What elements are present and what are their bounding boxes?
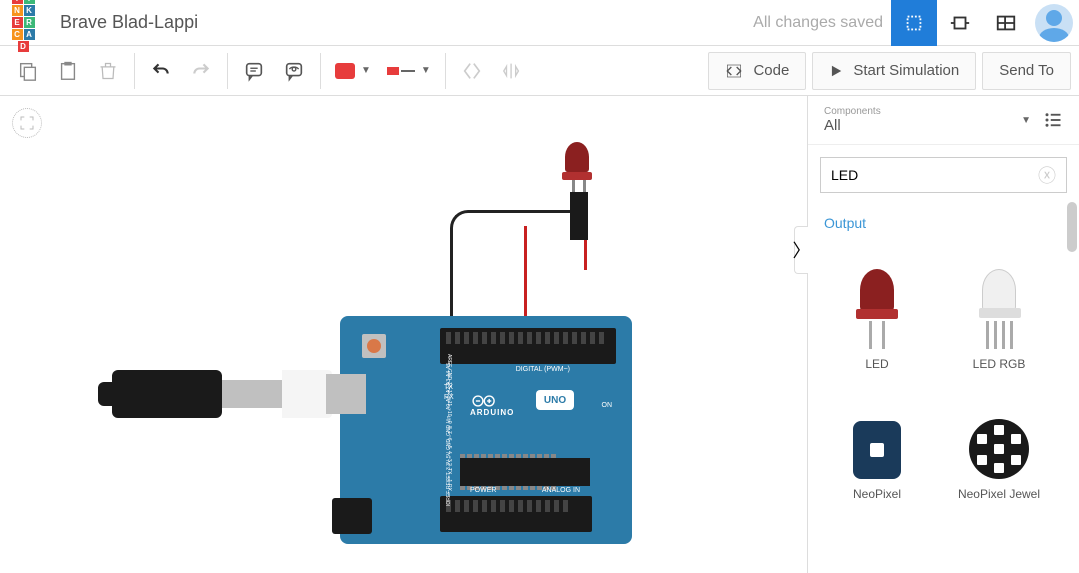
undo-button[interactable]	[141, 51, 181, 91]
copy-icon	[17, 60, 39, 82]
copy-button[interactable]	[8, 51, 48, 91]
component-led-rgb[interactable]: LED RGB	[938, 249, 1060, 379]
arduino-analog-label: ANALOG IN	[542, 487, 580, 494]
component-label: LED	[865, 357, 888, 371]
schematic-view-button[interactable]	[937, 0, 983, 46]
code-label: Code	[753, 62, 789, 79]
main-content: DIGITAL (PWM~) AREFGND1312~11~10~987~6~5…	[0, 96, 1079, 573]
clear-search-button[interactable]: ⓧ	[1038, 162, 1056, 188]
list-icon	[1043, 111, 1063, 129]
simulate-button[interactable]: Start Simulation	[812, 52, 976, 90]
component-neopixel[interactable]: NeoPixel	[816, 379, 938, 509]
circuit-view-button[interactable]	[891, 0, 937, 46]
arduino-chip	[460, 458, 590, 486]
code-icon	[725, 63, 743, 79]
play-icon	[829, 63, 843, 79]
sendto-button[interactable]: Send To	[982, 52, 1071, 90]
redo-icon	[189, 61, 213, 81]
wire-icon	[387, 67, 415, 75]
schematic-icon	[949, 12, 971, 34]
zoom-fit-icon	[19, 115, 35, 131]
circuit-canvas[interactable]: DIGITAL (PWM~) AREFGND1312~11~10~987~6~5…	[0, 96, 807, 573]
led-component[interactable]	[565, 142, 592, 240]
component-grid: LED LED RGB NeoPixel	[808, 241, 1079, 517]
category-output: Output	[808, 205, 1079, 241]
wire-type-button[interactable]: ▼	[379, 65, 439, 76]
arduino-model: UNO	[536, 390, 574, 410]
arduino-brand: ARDUINO	[470, 394, 514, 417]
mirror-button[interactable]	[492, 51, 532, 91]
arduino-digital-label: DIGITAL (PWM~)	[516, 366, 570, 373]
arduino-digital-header	[440, 328, 616, 364]
delete-button[interactable]	[88, 51, 128, 91]
table-icon	[995, 12, 1017, 34]
app-header: T I N K E R C A D Brave Blad-Lappi All c…	[0, 0, 1079, 46]
annotation-button[interactable]	[234, 51, 274, 91]
wire-color-button[interactable]: ▼	[327, 63, 379, 79]
redo-button[interactable]	[181, 51, 221, 91]
save-status: All changes saved	[753, 14, 883, 32]
simulate-label: Start Simulation	[853, 62, 959, 79]
chevron-down-icon: ▼	[1021, 115, 1031, 126]
toolbar: ▼ ▼ Code Start Simulation Send To	[0, 46, 1079, 96]
arduino-barrel-jack	[332, 498, 372, 534]
chevron-down-icon: ▼	[421, 65, 431, 76]
user-avatar[interactable]	[1035, 4, 1073, 42]
components-label: Components	[824, 106, 1021, 117]
visibility-button[interactable]	[274, 51, 314, 91]
arduino-board[interactable]: DIGITAL (PWM~) AREFGND1312~11~10~987~6~5…	[340, 316, 632, 544]
components-sidebar: 〉 Components All ▼ ⓧ Output LED	[807, 96, 1079, 573]
note-icon	[243, 60, 265, 82]
eye-note-icon	[283, 60, 305, 82]
project-title[interactable]: Brave Blad-Lappi	[60, 12, 753, 33]
arduino-power-header	[440, 496, 592, 532]
rotate-button[interactable]	[452, 51, 492, 91]
arduino-on-label: ON	[602, 402, 613, 409]
circuit-icon	[903, 12, 925, 34]
code-button[interactable]: Code	[708, 52, 806, 90]
search-box: ⓧ	[820, 157, 1067, 193]
list-view-button[interactable]	[983, 0, 1029, 46]
arduino-usb-port	[326, 374, 366, 414]
paste-icon	[57, 60, 79, 82]
component-led[interactable]: LED	[816, 249, 938, 379]
arduino-reset-button	[362, 334, 386, 358]
sendto-label: Send To	[999, 62, 1054, 79]
sidebar-collapse-button[interactable]: 〉	[794, 226, 808, 274]
components-dropdown[interactable]: Components All ▼	[808, 96, 1079, 145]
component-neopixel-jewel[interactable]: NeoPixel Jewel	[938, 379, 1060, 509]
trash-icon	[98, 60, 118, 82]
arduino-power-label: POWER	[470, 487, 496, 494]
search-input[interactable]	[831, 167, 1038, 183]
component-label: LED RGB	[973, 357, 1026, 371]
list-toggle-button[interactable]	[1043, 111, 1063, 129]
chevron-down-icon: ▼	[361, 65, 371, 76]
tinkercad-logo[interactable]: T I N K E R C A D	[0, 0, 46, 46]
zoom-fit-button[interactable]	[12, 108, 42, 138]
undo-icon	[149, 61, 173, 81]
color-swatch-icon	[335, 63, 355, 79]
mirror-icon	[501, 60, 523, 82]
usb-cable[interactable]	[112, 370, 222, 418]
components-value: All	[824, 117, 1021, 134]
rotate-icon	[461, 60, 483, 82]
component-label: NeoPixel	[853, 487, 901, 501]
sidebar-scrollbar[interactable]	[1067, 202, 1077, 252]
paste-button[interactable]	[48, 51, 88, 91]
component-label: NeoPixel Jewel	[958, 487, 1040, 501]
